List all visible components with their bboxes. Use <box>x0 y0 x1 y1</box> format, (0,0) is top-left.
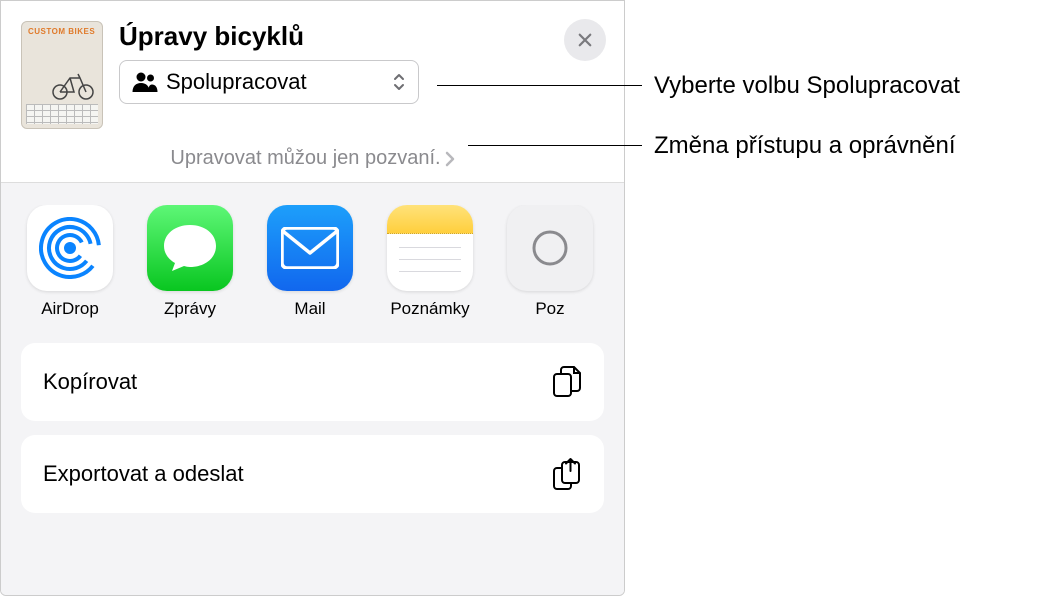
share-app-airdrop[interactable]: AirDrop <box>23 205 117 319</box>
chevron-right-icon <box>445 151 455 167</box>
updown-chevron-icon <box>392 72 406 92</box>
mail-icon <box>267 205 353 291</box>
share-sheet: CUSTOM BIKES Úpravy bicyklů <box>0 0 625 596</box>
people-icon <box>132 71 158 93</box>
action-copy[interactable]: Kopírovat <box>21 343 604 421</box>
share-app-notes[interactable]: Poznámky <box>383 205 477 319</box>
callout-access: Změna přístupu a oprávnění <box>654 132 956 160</box>
copy-icon <box>552 365 582 399</box>
document-title: Úpravy bicyklů <box>119 21 604 52</box>
messages-icon <box>147 205 233 291</box>
thumbnail-label: CUSTOM BIKES <box>28 28 95 36</box>
callout-collaborate: Vyberte volbu Spolupracovat <box>654 72 960 100</box>
share-app-messages[interactable]: Zprávy <box>143 205 237 319</box>
app-label: Poz <box>535 299 564 319</box>
share-apps-row: AirDrop Zprávy Mail <box>1 183 624 333</box>
collaborate-label: Spolupracovat <box>166 69 307 95</box>
callout-line <box>437 85 642 86</box>
share-app-overflow[interactable]: Poz <box>503 205 597 319</box>
app-label: Mail <box>294 299 325 319</box>
action-label: Kopírovat <box>43 369 137 395</box>
close-icon <box>576 31 594 49</box>
share-sheet-header: CUSTOM BIKES Úpravy bicyklů <box>1 1 624 183</box>
export-icon <box>552 457 582 491</box>
callout-line <box>468 145 642 146</box>
overflow-app-icon <box>507 205 593 291</box>
app-label: Zprávy <box>164 299 216 319</box>
access-permissions-link[interactable]: Upravovat můžou jen pozvaní. <box>170 147 454 170</box>
close-button[interactable] <box>564 19 606 61</box>
collaborate-dropdown[interactable]: Spolupracovat <box>119 60 419 104</box>
share-actions: Kopírovat Exportovat a odeslat <box>1 333 624 533</box>
action-export-send[interactable]: Exportovat a odeslat <box>21 435 604 513</box>
share-app-mail[interactable]: Mail <box>263 205 357 319</box>
access-text: Upravovat můžou jen pozvaní. <box>170 147 440 170</box>
app-label: Poznámky <box>390 299 469 319</box>
airdrop-icon <box>27 205 113 291</box>
notes-icon <box>387 205 473 291</box>
bicycle-icon <box>50 70 96 100</box>
action-label: Exportovat a odeslat <box>43 461 244 487</box>
app-label: AirDrop <box>41 299 99 319</box>
document-thumbnail: CUSTOM BIKES <box>21 21 103 129</box>
